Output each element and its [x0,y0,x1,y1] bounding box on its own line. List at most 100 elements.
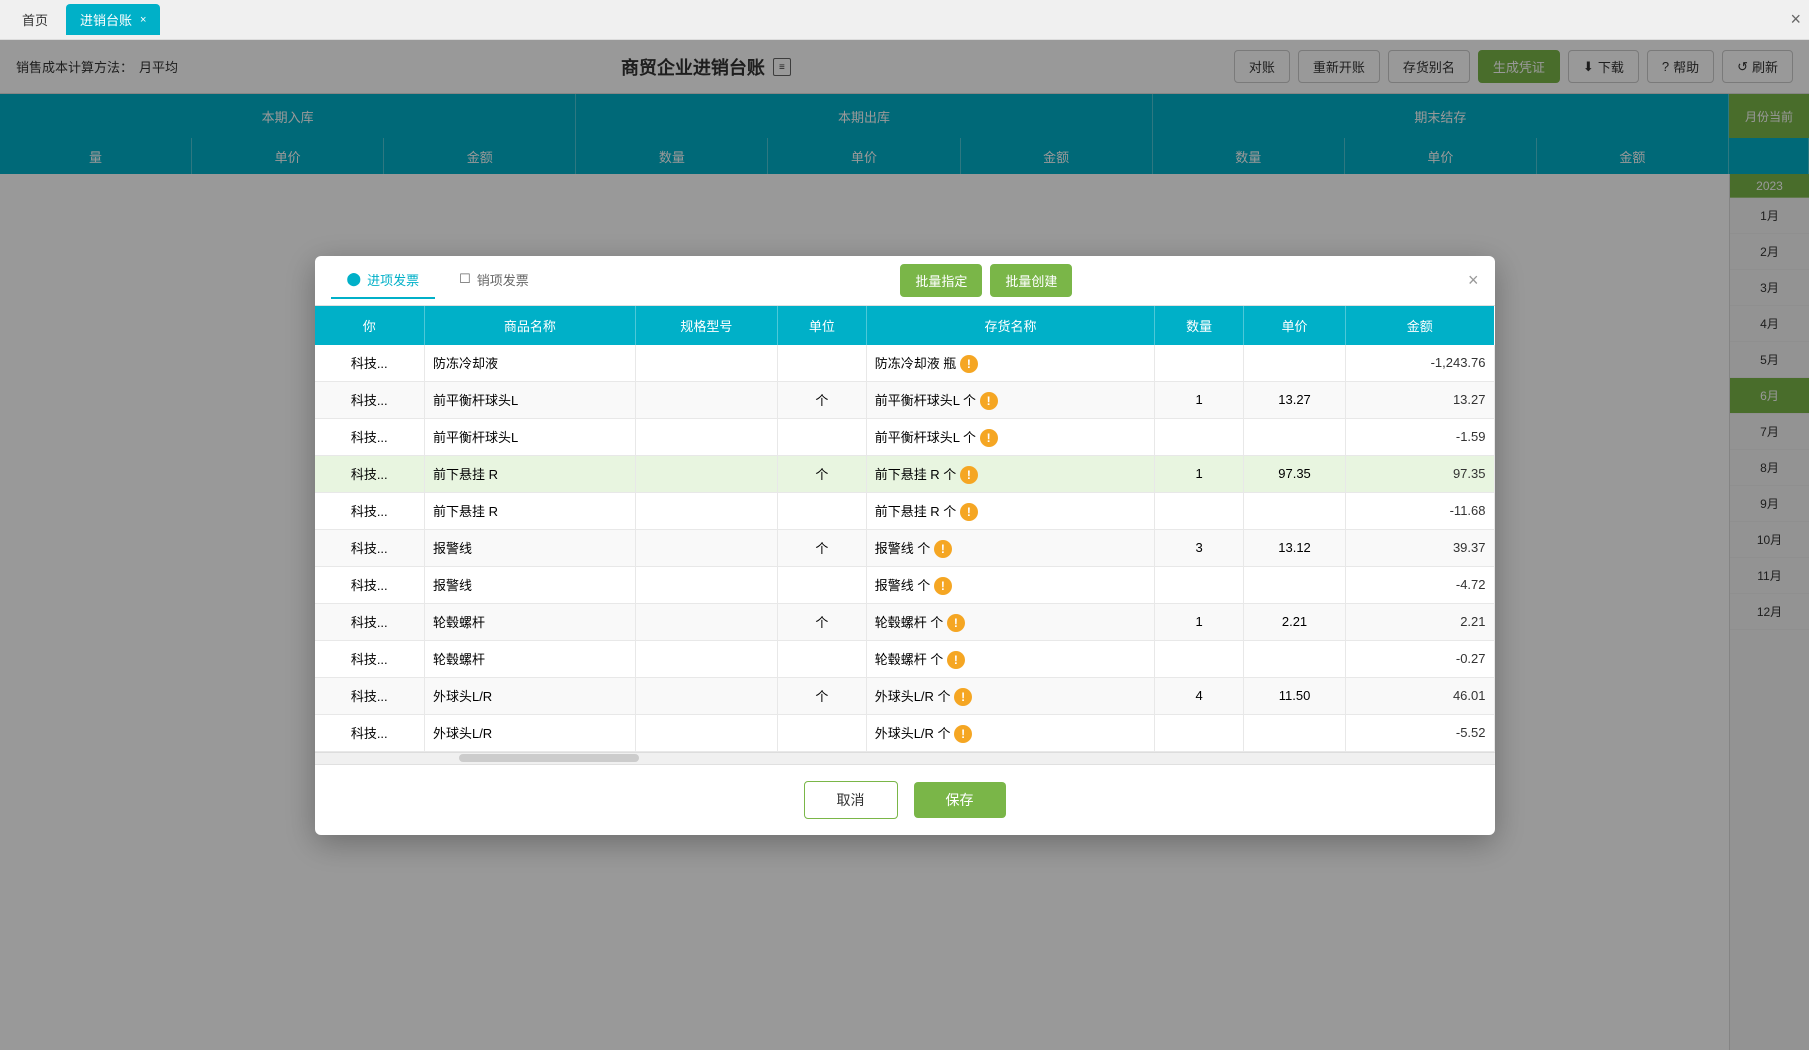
table-cell [778,418,867,455]
inventory-name-cell: 报警线 个 ! [866,566,1155,603]
inventory-name-cell: 外球头L/R 个 ! [866,714,1155,751]
table-cell: 科技... [315,714,425,751]
col-header-price: 单价 [1243,306,1345,345]
table-cell [635,603,777,640]
numeric-cell [1243,640,1345,677]
col-header-qty: 数量 [1155,306,1244,345]
warning-icon: ! [954,688,972,706]
scrollbar-thumb[interactable] [459,754,639,762]
warning-icon: ! [934,577,952,595]
amount-cell: -5.52 [1346,714,1494,751]
inventory-name-cell: 报警线 个 ! [866,529,1155,566]
col-header-company: 你 [315,306,425,345]
amount-cell: 2.21 [1346,603,1494,640]
modal-toolbar: 批量指定 批量创建 [900,264,1072,297]
table-cell: 个 [778,529,867,566]
batch-assign-button[interactable]: 批量指定 [900,264,982,297]
table-cell [635,381,777,418]
modal-header: ⬤ 进项发票 ☐ 销项发票 批量指定 批量创建 × [315,256,1495,306]
numeric-cell [1155,345,1244,382]
table-cell [778,345,867,382]
table-cell [635,677,777,714]
table-cell [778,566,867,603]
inventory-name-cell: 轮毂螺杆 个 ! [866,640,1155,677]
table-cell: 个 [778,381,867,418]
numeric-cell: 11.50 [1243,677,1345,714]
table-cell: 个 [778,677,867,714]
tab-incoming-invoice[interactable]: ⬤ 进项发票 [331,262,436,299]
amount-cell: -0.27 [1346,640,1494,677]
modal-footer: 取消 保存 [315,764,1495,835]
table-cell: 前平衡杆球头L [424,418,635,455]
horizontal-scrollbar[interactable] [315,752,1495,764]
save-button[interactable]: 保存 [914,782,1006,818]
modal-overlay: ⬤ 进项发票 ☐ 销项发票 批量指定 批量创建 × 你 商品名称 [0,40,1809,1050]
amount-cell: -1.59 [1346,418,1494,455]
numeric-cell [1243,418,1345,455]
col-header-inventory-name: 存货名称 [866,306,1155,345]
table-cell: 科技... [315,677,425,714]
tab-outgoing-invoice[interactable]: ☐ 销项发票 [443,262,545,299]
numeric-cell: 97.35 [1243,455,1345,492]
table-scroll-area[interactable]: 你 商品名称 规格型号 单位 存货名称 数量 单价 金额 科技...防冻冷却液防… [315,306,1495,752]
col-header-unit: 单位 [778,306,867,345]
numeric-cell: 2.21 [1243,603,1345,640]
numeric-cell [1243,566,1345,603]
table-cell [778,492,867,529]
warning-icon: ! [960,466,978,484]
table-row: 科技...报警线报警线 个 !-4.72 [315,566,1495,603]
tab-close-icon[interactable]: × [140,14,146,26]
table-cell: 科技... [315,345,425,382]
amount-cell: -4.72 [1346,566,1494,603]
home-label: 首页 [22,10,48,29]
warning-icon: ! [947,651,965,669]
top-bar: 首页 进销台账 × × [0,0,1809,40]
numeric-cell: 1 [1155,455,1244,492]
table-cell [635,455,777,492]
modal-close-icon[interactable]: × [1468,270,1479,291]
table-cell: 科技... [315,455,425,492]
numeric-cell [1155,714,1244,751]
table-row: 科技...轮毂螺杆 轮毂螺杆 个 ! -0.27 [315,640,1495,677]
numeric-cell [1155,566,1244,603]
table-cell: 轮毂螺杆 [424,640,635,677]
table-cell: 科技... [315,640,425,677]
inventory-name-cell: 前平衡杆球头L 个 ! [866,418,1155,455]
table-cell: 科技... [315,603,425,640]
table-cell [635,714,777,751]
table-cell: 科技... [315,529,425,566]
amount-cell: 46.01 [1346,677,1494,714]
amount-cell: -1,243.76 [1346,345,1494,382]
batch-create-button[interactable]: 批量创建 [990,264,1072,297]
table-cell: 前下悬挂 R [424,455,635,492]
warning-icon: ! [954,725,972,743]
numeric-cell: 4 [1155,677,1244,714]
window-close-icon[interactable]: × [1790,9,1801,30]
warning-icon: ! [960,355,978,373]
inventory-name-cell: 外球头L/R 个 ! [866,677,1155,714]
table-cell: 报警线 [424,529,635,566]
table-cell: 个 [778,603,867,640]
warning-icon: ! [934,540,952,558]
table-cell [778,640,867,677]
inventory-name-cell: 轮毂螺杆 个 ! [866,603,1155,640]
tab-active[interactable]: 进销台账 × [66,4,160,35]
amount-cell: 39.37 [1346,529,1494,566]
numeric-cell [1243,345,1345,382]
table-row: 科技...外球头L/R外球头L/R 个 !-5.52 [315,714,1495,751]
numeric-cell [1155,418,1244,455]
table-cell: 防冻冷却液 [424,345,635,382]
table-cell [635,345,777,382]
cancel-button[interactable]: 取消 [804,781,898,819]
numeric-cell: 13.12 [1243,529,1345,566]
numeric-cell [1155,492,1244,529]
inventory-name-cell: 防冻冷却液 瓶 ! [866,345,1155,382]
table-cell [635,529,777,566]
warning-icon: ! [960,503,978,521]
tab-home[interactable]: 首页 [8,4,62,35]
amount-cell: 13.27 [1346,381,1494,418]
table-cell [635,492,777,529]
numeric-cell [1155,640,1244,677]
table-row: 科技...前平衡杆球头L个前平衡杆球头L 个 !113.2713.27 [315,381,1495,418]
table-row: 科技...轮毂螺杆个轮毂螺杆 个 !12.212.21 [315,603,1495,640]
